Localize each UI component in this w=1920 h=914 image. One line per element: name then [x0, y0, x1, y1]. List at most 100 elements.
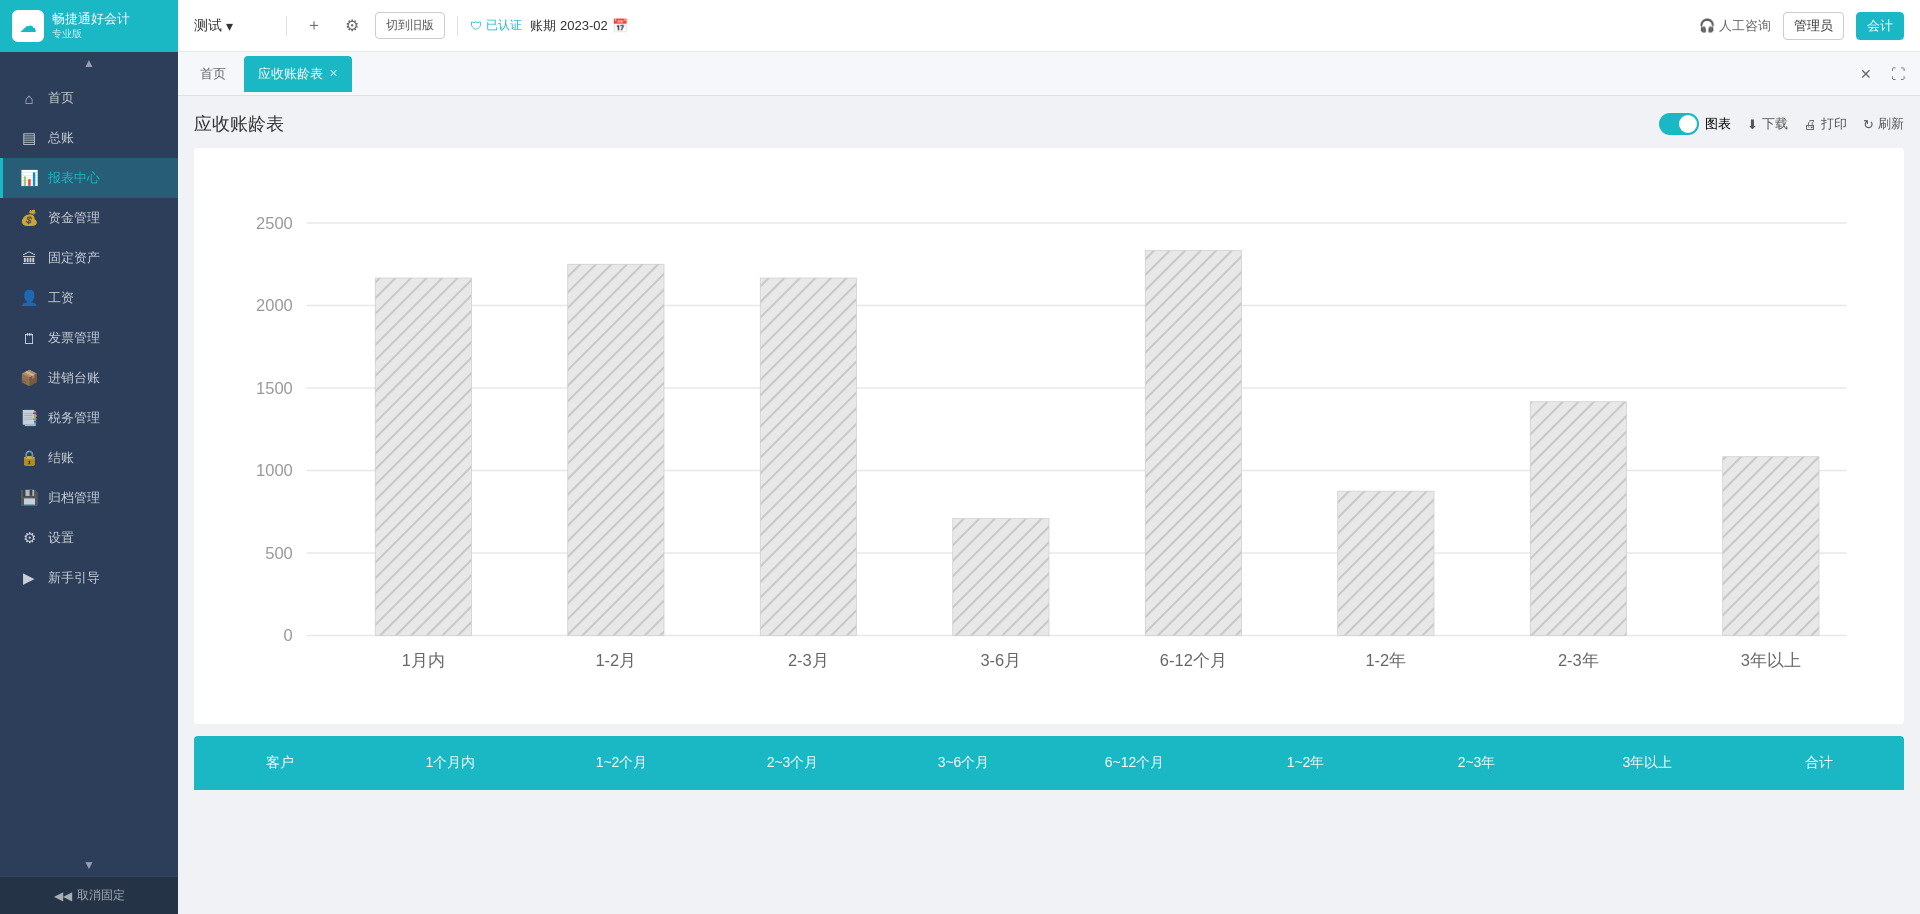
close-icon: 🔒 — [20, 449, 38, 467]
assets-icon: 🏛 — [20, 249, 38, 267]
svg-text:1-2月: 1-2月 — [595, 651, 636, 669]
guide-icon: ▶ — [20, 569, 38, 587]
role-button[interactable]: 会计 — [1856, 12, 1904, 40]
sidebar-item-label-home: 首页 — [48, 89, 74, 107]
chart-label: 图表 — [1705, 115, 1731, 133]
consult-button[interactable]: 🎧 人工咨询 — [1699, 17, 1771, 35]
tab-aging-label: 应收账龄表 — [258, 65, 323, 83]
table-header-cell: 1个月内 — [365, 736, 536, 790]
topbar: 测试 ▾ ＋ ⚙ 切到旧版 🛡 已认证 账期 2023-02 📅 🎧 人工咨询 … — [178, 0, 1920, 52]
tab-home[interactable]: 首页 — [186, 56, 240, 92]
sidebar-item-label-reports: 报表中心 — [48, 169, 100, 187]
calendar-icon[interactable]: 📅 — [612, 18, 628, 33]
sidebar-item-assets[interactable]: 🏛 固定资产 — [0, 238, 178, 278]
chart-container: 0 500 1000 1500 2000 2500 1月内 1-2月 2-3月 … — [194, 148, 1904, 724]
table-header-cell: 3年以上 — [1562, 736, 1733, 790]
svg-text:3年以上: 3年以上 — [1741, 651, 1801, 669]
page-title: 应收账龄表 — [194, 112, 284, 136]
content-area: 应收账龄表 图表 ⬇ 下载 🖨 打印 ↻ 刷新 — [178, 96, 1920, 914]
headset-icon: 🎧 — [1699, 18, 1715, 33]
switch-old-button[interactable]: 切到旧版 — [375, 12, 445, 39]
table-header-cell: 3~6个月 — [878, 736, 1049, 790]
sidebar-logo: ☁ 畅捷通好会计 专业版 — [0, 0, 178, 52]
sidebar-item-reports[interactable]: 📊报表中心 — [0, 158, 178, 198]
sidebar-nav: ⌂ 首页 ▤总账📊报表中心 💰 资金管理 🏛 固定资产 👤工资🗒发票管理📦进销台账 📑 税务管理 🔒… — [0, 74, 178, 854]
cancel-fixed-button[interactable]: ◀◀ 取消固定 — [0, 876, 178, 914]
svg-rect-14 — [568, 264, 664, 635]
sidebar-item-sales[interactable]: 📦进销台账 — [0, 358, 178, 398]
table-header: 客户1个月内1~2个月2~3个月3~6个月6~12个月1~2年2~3年3年以上合… — [194, 736, 1904, 790]
svg-rect-16 — [760, 278, 856, 636]
download-button[interactable]: ⬇ 下载 — [1747, 115, 1788, 133]
svg-rect-22 — [1338, 491, 1434, 635]
settings-icon[interactable]: ⚙ — [337, 11, 367, 41]
refresh-button[interactable]: ↻ 刷新 — [1863, 115, 1904, 133]
sidebar-item-label-invoices: 发票管理 — [48, 329, 100, 347]
table-header-cell: 2~3个月 — [707, 736, 878, 790]
sidebar-scroll-down[interactable]: ▼ — [0, 854, 178, 876]
svg-text:2000: 2000 — [256, 296, 293, 314]
sidebar-item-settings[interactable]: ⚙设置 — [0, 518, 178, 558]
tax-icon: 📑 — [20, 409, 38, 427]
table-header-cell: 2~3年 — [1391, 736, 1562, 790]
toggle-knob — [1679, 115, 1697, 133]
sidebar-item-guide[interactable]: ▶ 新手引导 — [0, 558, 178, 598]
tab-close-button[interactable]: ✕ — [1852, 60, 1880, 88]
sidebar-item-label-archive: 归档管理 — [48, 489, 100, 507]
period-display: 账期 2023-02 📅 — [530, 17, 628, 35]
svg-text:3-6月: 3-6月 — [980, 651, 1021, 669]
svg-text:1月内: 1月内 — [402, 651, 445, 669]
sidebar-item-home[interactable]: ⌂ 首页 — [0, 78, 178, 118]
tabbar: 首页 应收账龄表 ✕ ✕ ⛶ — [178, 52, 1920, 96]
sidebar-item-label-settings: 设置 — [48, 529, 74, 547]
tab-aging-close[interactable]: ✕ — [329, 67, 338, 80]
sidebar-item-label-funds: 资金管理 — [48, 209, 100, 227]
sidebar-item-tax[interactable]: 📑 税务管理 — [0, 398, 178, 438]
svg-text:1500: 1500 — [256, 379, 293, 397]
table-header-cell: 1~2年 — [1220, 736, 1391, 790]
logo-name: 畅捷通好会计 — [52, 11, 130, 28]
topbar-divider-2 — [457, 16, 458, 36]
sidebar-item-label-tax: 税务管理 — [48, 409, 100, 427]
logo-icon: ☁ — [12, 10, 44, 42]
table-header-cell: 6~12个月 — [1049, 736, 1220, 790]
sidebar-item-label-assets: 固定资产 — [48, 249, 100, 267]
svg-rect-12 — [375, 278, 471, 636]
main-area: 测试 ▾ ＋ ⚙ 切到旧版 🛡 已认证 账期 2023-02 📅 🎧 人工咨询 … — [178, 0, 1920, 914]
sidebar-scroll-up[interactable]: ▲ — [0, 52, 178, 74]
tab-expand-button[interactable]: ⛶ — [1884, 60, 1912, 88]
add-button[interactable]: ＋ — [299, 11, 329, 41]
logo-sub: 专业版 — [52, 27, 130, 41]
svg-text:1000: 1000 — [256, 461, 293, 479]
sidebar-item-funds[interactable]: 💰 资金管理 — [0, 198, 178, 238]
funds-icon: 💰 — [20, 209, 38, 227]
page-actions: 图表 ⬇ 下载 🖨 打印 ↻ 刷新 — [1659, 113, 1904, 135]
svg-text:2-3月: 2-3月 — [788, 651, 829, 669]
pin-icon: ◀◀ — [54, 889, 72, 903]
sidebar-item-label-ledger: 总账 — [48, 129, 74, 147]
sidebar-item-ledger[interactable]: ▤总账 — [0, 118, 178, 158]
print-button[interactable]: 🖨 打印 — [1804, 115, 1847, 133]
tab-aging[interactable]: 应收账龄表 ✕ — [244, 56, 352, 92]
manager-button[interactable]: 管理员 — [1783, 12, 1844, 40]
dropdown-icon: ▾ — [226, 18, 233, 34]
company-selector[interactable]: 测试 ▾ — [194, 17, 274, 35]
print-icon: 🖨 — [1804, 117, 1817, 132]
sidebar-item-archive[interactable]: 💾归档管理 — [0, 478, 178, 518]
logo-text-block: 畅捷通好会计 专业版 — [52, 11, 130, 42]
topbar-divider-1 — [286, 16, 287, 36]
sidebar-item-label-guide: 新手引导 — [48, 569, 100, 587]
chart-toggle[interactable] — [1659, 113, 1699, 135]
svg-text:6-12个月: 6-12个月 — [1160, 651, 1227, 669]
sidebar-item-payroll[interactable]: 👤工资 — [0, 278, 178, 318]
topbar-right: 🎧 人工咨询 管理员 会计 — [1699, 12, 1904, 40]
sidebar-item-label-sales: 进销台账 — [48, 369, 100, 387]
table-header-cell: 1~2个月 — [536, 736, 707, 790]
home-icon: ⌂ — [20, 89, 38, 107]
svg-rect-24 — [1530, 402, 1626, 636]
sidebar-item-invoices[interactable]: 🗒发票管理 — [0, 318, 178, 358]
svg-text:0: 0 — [284, 626, 293, 644]
table-header-cell: 合计 — [1733, 736, 1904, 790]
sidebar-item-close[interactable]: 🔒结账 — [0, 438, 178, 478]
cert-icon: 🛡 — [470, 19, 482, 33]
